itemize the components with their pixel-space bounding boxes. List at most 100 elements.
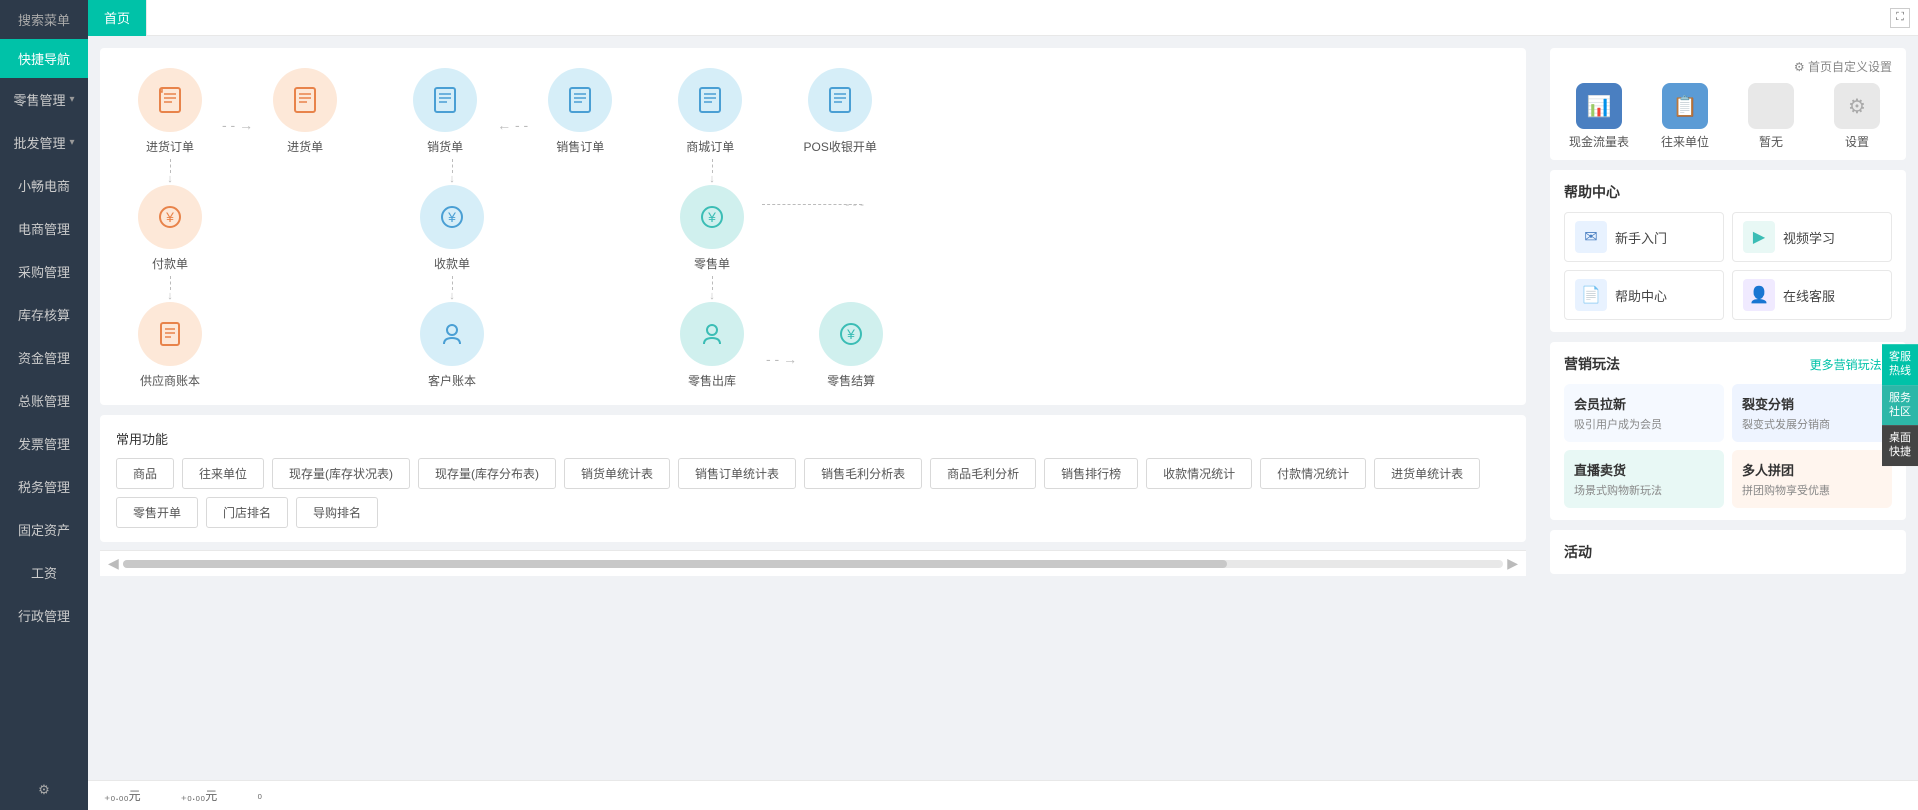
stat-1: ₊₀.₀₀元 [104,787,141,804]
quick-icon-item[interactable]: ⚙设置 [1822,83,1892,150]
help-item-label: 在线客服 [1783,286,1835,305]
sidebar-search[interactable]: 搜索菜单 [0,0,88,39]
sidebar-item-invoice[interactable]: 发票管理 [0,422,88,465]
flow-node-purchase-order[interactable]: 进货订单 [120,68,220,155]
chevron-down-icon: ▾ [69,94,74,105]
flow-node-payment[interactable]: ¥ 付款单 [120,185,220,272]
func-btn[interactable]: 销售毛利分析表 [804,458,922,489]
help-item-label: 帮助中心 [1615,286,1667,305]
arrow-right-1: - - → [220,117,255,133]
sidebar-item-ledger[interactable]: 总账管理 [0,379,88,422]
func-btn[interactable]: 门店排名 [206,497,288,528]
func-btn[interactable]: 现存量(库存状况表) [272,458,410,489]
left-panel: 进货订单 - - → 进货单 [88,36,1538,780]
flow-node-purchase[interactable]: 进货单 [255,68,355,155]
quick-icon-item[interactable]: 📋 往来单位 [1650,83,1720,150]
marketing-item[interactable]: 会员拉新吸引用户成为会员 [1564,384,1724,442]
sidebar-item-assets[interactable]: 固定资产 [0,508,88,551]
sidebar-item-inventory[interactable]: 库存核算 [0,293,88,336]
quick-icon-item[interactable]: 暂无 [1736,83,1806,150]
sidebar-item-purchase[interactable]: 采购管理 [0,250,88,293]
marketing-header: 营销玩法 更多营销玩法 > [1564,354,1892,374]
func-btn[interactable]: 付款情况统计 [1260,458,1366,489]
vert-line-6 [712,276,713,290]
func-grid: 商品往来单位现存量(库存状况表)现存量(库存分布表)销货单统计表销售订单统计表销… [116,458,1510,528]
marketing-item-desc: 拼团购物享受优惠 [1742,482,1882,498]
sidebar-item-tax[interactable]: 税务管理 [0,465,88,508]
func-btn[interactable]: 往来单位 [182,458,264,489]
flow-node-retail-outbound[interactable]: 零售出库 [662,302,762,389]
help-item[interactable]: ▶视频学习 [1732,212,1892,262]
flow-node-retail-settle[interactable]: ¥ 零售结算 [801,302,901,389]
flow-node-retail[interactable]: ¥ 零售单 [662,185,762,272]
vert-line-1 [170,159,171,173]
sidebar-item-wholesale[interactable]: 批发管理 ▾ [0,121,88,164]
help-item[interactable]: 👤 在线客服 [1732,270,1892,320]
flow-node-supplier-account[interactable]: 供应商账本 [120,302,220,389]
quick-icons: 📊现金流量表 📋 往来单位 暂无⚙设置 [1564,83,1892,150]
customize-link[interactable]: ⚙ 首页自定义设置 [1794,58,1892,75]
marketing-item-desc: 裂变式发展分销商 [1742,416,1882,432]
quick-icon-box: 📋 [1662,83,1708,129]
func-btn[interactable]: 零售开单 [116,497,198,528]
svg-text:¥: ¥ [846,326,855,342]
fullscreen-button[interactable]: ⛶ [1890,8,1910,28]
func-btn[interactable]: 销售订单统计表 [678,458,796,489]
common-func-card: 常用功能 商品往来单位现存量(库存状况表)现存量(库存分布表)销货单统计表销售订… [100,415,1526,542]
activity-title: 活动 [1564,542,1892,562]
sidebar-item-salary[interactable]: 工资 [0,551,88,594]
marketing-more-link[interactable]: 更多营销玩法 > [1810,356,1892,373]
marketing-item[interactable]: 多人拼团拼团购物享受优惠 [1732,450,1892,508]
quick-icon-box: 📊 [1576,83,1622,129]
marketing-item[interactable]: 直播卖货场景式购物新玩法 [1564,450,1724,508]
scroll-bar-area: ◀ ▶ [100,550,1526,576]
flow-node-customer-account[interactable]: 客户账本 [402,302,502,389]
scroll-track[interactable] [123,560,1503,568]
help-item[interactable]: 📄帮助中心 [1564,270,1724,320]
help-grid: ✉新手入门▶视频学习📄帮助中心 👤 在线客服 [1564,212,1892,320]
float-customer-service[interactable]: 客服热线 [1882,344,1918,385]
supplier-account-icon [138,302,202,366]
help-icon: 👤 [1743,279,1775,311]
help-item-label: 新手入门 [1615,228,1667,247]
flow-node-receipt[interactable]: ¥ 收款单 [402,185,502,272]
sidebar-item-retail[interactable]: 零售管理 ▾ [0,78,88,121]
quick-icon-item[interactable]: 📊现金流量表 [1564,83,1634,150]
flow-node-sales[interactable]: 销货单 [395,68,495,155]
func-btn[interactable]: 商品 [116,458,174,489]
tab-bar: 首页 ⛶ [88,0,1918,36]
func-btn[interactable]: 导购排名 [296,497,378,528]
float-desktop-shortcut[interactable]: 桌面快捷 [1882,425,1918,466]
quick-icon-label: 往来单位 [1661,133,1709,150]
sidebar-item-admin[interactable]: 行政管理 [0,594,88,637]
scroll-right-btn[interactable]: ▶ [1507,555,1518,572]
func-btn[interactable]: 销货单统计表 [564,458,670,489]
tab-home[interactable]: 首页 [88,0,147,36]
svg-text:¥: ¥ [707,209,716,225]
func-btn[interactable]: 收款情况统计 [1146,458,1252,489]
func-btn[interactable]: 进货单统计表 [1374,458,1480,489]
svg-text:¥: ¥ [165,209,174,225]
marketing-item-title: 裂变分销 [1742,394,1882,413]
sidebar-settings[interactable]: ⚙ [0,770,88,810]
marketing-item-title: 直播卖货 [1574,460,1714,479]
help-item[interactable]: ✉新手入门 [1564,212,1724,262]
marketing-item[interactable]: 裂变分销裂变式发展分销商 [1732,384,1892,442]
help-icon: ▶ [1743,221,1775,253]
receipt-icon: ¥ [420,185,484,249]
flow-node-shop-order[interactable]: 商城订单 [660,68,760,155]
scroll-left-btn[interactable]: ◀ [108,555,119,572]
arrow-right-2: - - → [762,351,801,367]
flow-node-pos[interactable]: POS收银开单 [790,68,890,155]
func-btn[interactable]: 现存量(库存分布表) [418,458,556,489]
sidebar-quicknav[interactable]: 快捷导航 [0,39,88,78]
func-btn[interactable]: 销售排行榜 [1044,458,1138,489]
activity-card: 活动 [1550,530,1906,574]
stat-3: ₀ [257,787,262,804]
float-service-community[interactable]: 服务社区 [1882,385,1918,426]
sidebar-item-finance[interactable]: 资金管理 [0,336,88,379]
flow-node-sales-order[interactable]: 销售订单 [530,68,630,155]
sidebar-item-ecom-small[interactable]: 小畅电商 [0,164,88,207]
sidebar-item-ecom-manage[interactable]: 电商管理 [0,207,88,250]
func-btn[interactable]: 商品毛利分析 [930,458,1036,489]
